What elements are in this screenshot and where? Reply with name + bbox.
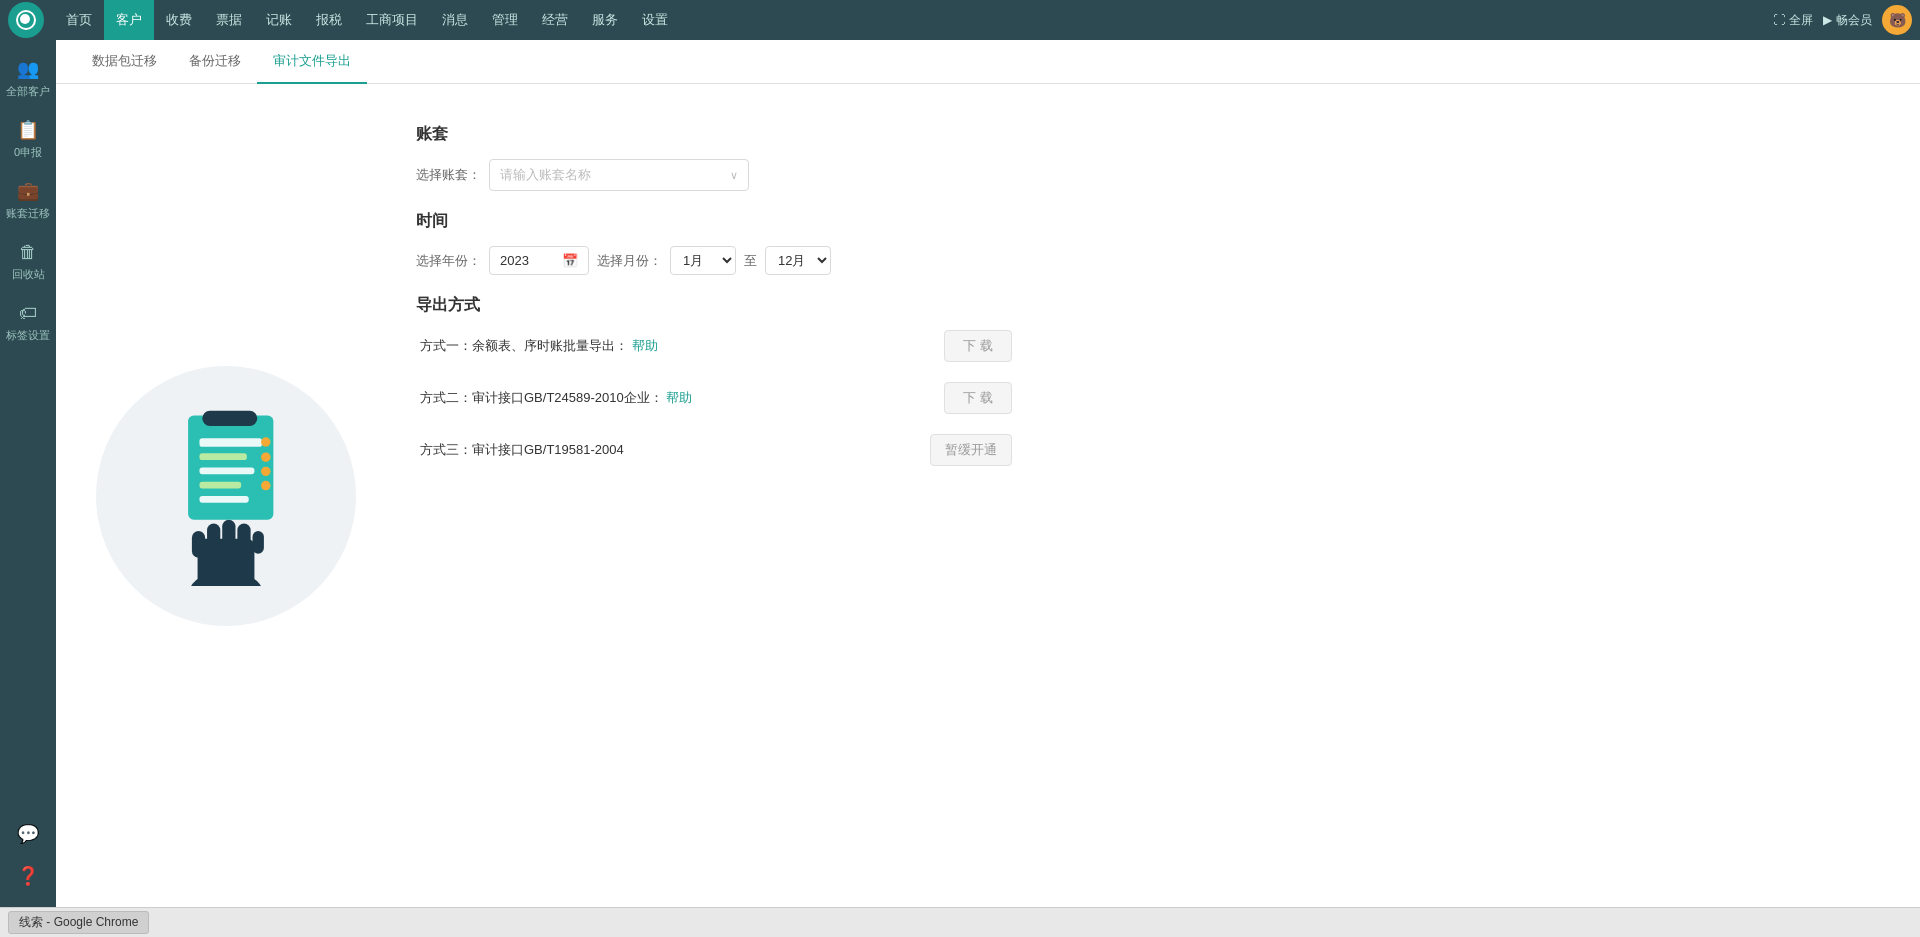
sidebar: 👥 全部客户 📋 0申报 💼 账套迁移 🗑 回收站 🏷 标签设置 💬 ❓ (0, 40, 56, 907)
account-placeholder: 请输入账套名称 (500, 166, 591, 184)
svg-rect-9 (199, 438, 262, 447)
export-method-2: 方式二：审计接口GB/T24589-2010企业： 帮助 下 载 (416, 382, 1016, 414)
nav-home[interactable]: 首页 (54, 0, 104, 40)
svg-rect-10 (199, 453, 246, 460)
messages-icon: 💬 (17, 823, 39, 845)
help-icon: ❓ (17, 865, 39, 887)
audit-illustration (146, 406, 306, 586)
time-row: 选择年份： 2023 📅 选择月份： 1月2月3月4月 5月6月7月8月 9月1… (416, 246, 1016, 275)
avatar[interactable]: 🐻 (1882, 5, 1912, 35)
svg-rect-11 (199, 467, 254, 474)
svg-rect-3 (207, 523, 220, 553)
nav-bookkeeping[interactable]: 记账 (254, 0, 304, 40)
nav-invoices[interactable]: 票据 (204, 0, 254, 40)
time-section-title: 时间 (416, 211, 1016, 232)
nav-manage[interactable]: 管理 (480, 0, 530, 40)
svg-rect-13 (199, 496, 248, 503)
export-method-2-help-link[interactable]: 帮助 (666, 390, 692, 405)
sidebar-bottom: 💬 ❓ (0, 813, 56, 907)
account-select[interactable]: 请输入账套名称 ∨ (489, 159, 749, 191)
illustration-circle (96, 366, 356, 626)
fullscreen-icon: ⛶ (1773, 13, 1785, 27)
top-navigation: 首页 客户 收费 票据 记账 报税 工商项目 消息 管理 经营 服务 设置 ⛶ … (0, 0, 1920, 40)
tag-settings-icon: 🏷 (17, 302, 39, 324)
nav-messages[interactable]: 消息 (430, 0, 480, 40)
export-method-1-text: 方式一：余额表、序时账批量导出： 帮助 (420, 337, 658, 355)
svg-point-15 (261, 452, 270, 461)
nav-settings[interactable]: 设置 (630, 0, 680, 40)
account-migration-icon: 💼 (17, 180, 39, 202)
svg-rect-12 (199, 481, 241, 488)
month-end-select[interactable]: 1月2月3月4月 5月6月7月8月 9月10月11月12月 (765, 246, 831, 275)
taskbar: 线索 - Google Chrome (0, 907, 1920, 937)
form-area: 账套 选择账套： 请输入账套名称 ∨ 时间 选择年份： 2023 � (416, 114, 1016, 877)
month-start-select[interactable]: 1月2月3月4月 5月6月7月8月 9月10月11月12月 (670, 246, 736, 275)
tab-audit-export[interactable]: 审计文件导出 (257, 40, 367, 84)
main-wrapper: 👥 全部客户 📋 0申报 💼 账套迁移 🗑 回收站 🏷 标签设置 💬 ❓ (0, 40, 1920, 907)
member-button[interactable]: ▶ 畅会员 (1823, 12, 1872, 29)
export-method-1: 方式一：余额表、序时账批量导出： 帮助 下 载 (416, 330, 1016, 362)
nav-right: ⛶ 全屏 ▶ 畅会员 🐻 (1773, 5, 1912, 35)
recycle-icon: 🗑 (17, 241, 39, 263)
to-text: 至 (744, 252, 757, 270)
sidebar-item-account-migration[interactable]: 💼 账套迁移 (0, 170, 56, 231)
nav-services[interactable]: 服务 (580, 0, 630, 40)
svg-point-16 (261, 466, 270, 475)
app-logo[interactable] (8, 2, 44, 38)
svg-rect-8 (202, 410, 257, 425)
zero-declare-icon: 📋 (17, 119, 39, 141)
taskbar-chrome-item[interactable]: 线索 - Google Chrome (8, 911, 149, 934)
nav-fees[interactable]: 收费 (154, 0, 204, 40)
tabs-bar: 数据包迁移 备份迁移 审计文件导出 (56, 40, 1920, 84)
svg-point-14 (261, 437, 270, 446)
export-method-3: 方式三：审计接口GB/T19581-2004 暂缓开通 (416, 434, 1016, 466)
sidebar-item-recycle[interactable]: 🗑 回收站 (0, 231, 56, 292)
account-section-title: 账套 (416, 124, 1016, 145)
year-label: 选择年份： (416, 252, 481, 270)
member-icon: ▶ (1823, 13, 1832, 27)
sidebar-item-messages[interactable]: 💬 (0, 813, 56, 855)
export-method-3-text: 方式三：审计接口GB/T19581-2004 (420, 441, 624, 459)
sidebar-item-help[interactable]: ❓ (0, 855, 56, 897)
svg-rect-6 (253, 531, 264, 554)
nav-business[interactable]: 工商项目 (354, 0, 430, 40)
account-row: 选择账套： 请输入账套名称 ∨ (416, 159, 1016, 191)
svg-rect-2 (192, 531, 205, 558)
svg-point-17 (261, 480, 270, 489)
page-content: 账套 选择账套： 请输入账套名称 ∨ 时间 选择年份： 2023 � (56, 84, 1920, 907)
nav-operations[interactable]: 经营 (530, 0, 580, 40)
tab-backup-migration[interactable]: 备份迁移 (173, 40, 257, 84)
export-method-2-text: 方式二：审计接口GB/T24589-2010企业： 帮助 (420, 389, 692, 407)
sidebar-item-tag-settings[interactable]: 🏷 标签设置 (0, 292, 56, 353)
calendar-icon: 📅 (562, 253, 578, 268)
all-clients-icon: 👥 (17, 58, 39, 80)
content-area: 数据包迁移 备份迁移 审计文件导出 (56, 40, 1920, 907)
sidebar-item-all-clients[interactable]: 👥 全部客户 (0, 48, 56, 109)
year-input[interactable]: 2023 📅 (489, 246, 589, 275)
month-label: 选择月份： (597, 252, 662, 270)
chevron-down-icon: ∨ (730, 169, 738, 182)
export-method-2-download-button[interactable]: 下 载 (944, 382, 1012, 414)
nav-clients[interactable]: 客户 (104, 0, 154, 40)
illustration-area (96, 114, 356, 877)
account-label: 选择账套： (416, 166, 481, 184)
nav-tax[interactable]: 报税 (304, 0, 354, 40)
svg-rect-4 (222, 519, 235, 553)
svg-rect-5 (237, 523, 250, 551)
nav-items: 首页 客户 收费 票据 记账 报税 工商项目 消息 管理 经营 服务 设置 (54, 0, 1773, 40)
export-section-title: 导出方式 (416, 295, 1016, 316)
fullscreen-button[interactable]: ⛶ 全屏 (1773, 12, 1813, 29)
export-method-1-help-link[interactable]: 帮助 (632, 338, 658, 353)
sidebar-item-zero-declare[interactable]: 📋 0申报 (0, 109, 56, 170)
tab-data-migration[interactable]: 数据包迁移 (76, 40, 173, 84)
export-method-1-download-button[interactable]: 下 载 (944, 330, 1012, 362)
export-method-3-open-button[interactable]: 暂缓开通 (930, 434, 1012, 466)
